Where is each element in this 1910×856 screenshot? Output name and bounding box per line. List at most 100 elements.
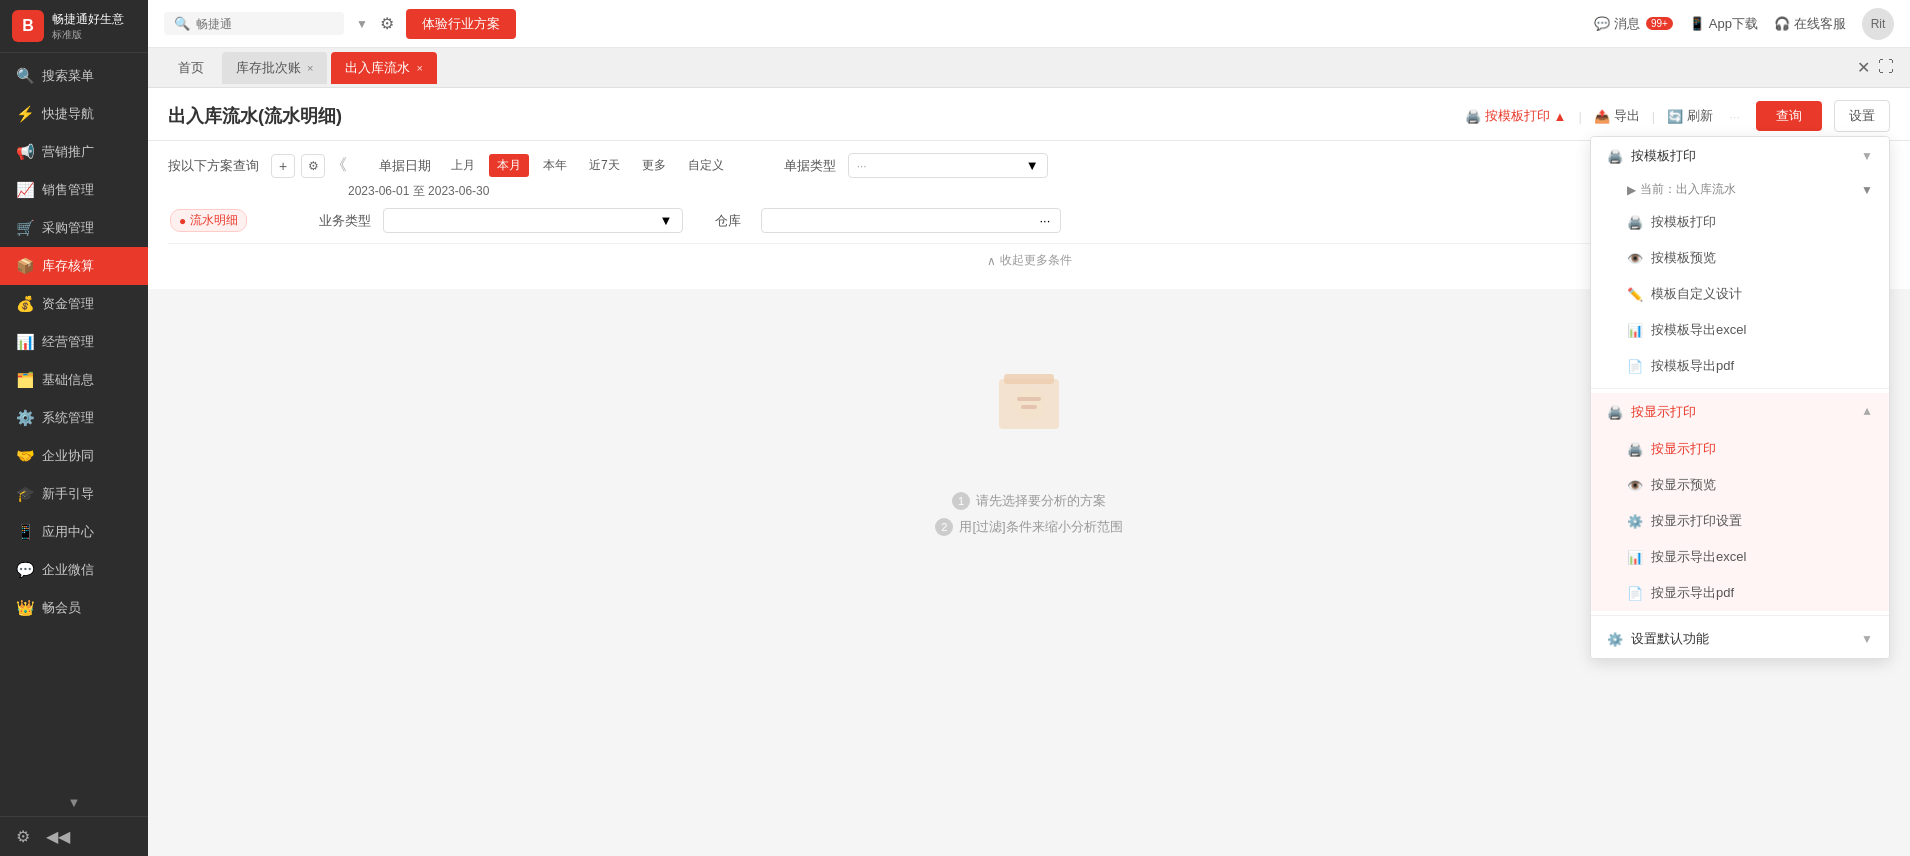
default-func-icon: ⚙️ [1607,632,1623,647]
voucher-type-select[interactable]: ··· ▼ [848,153,1048,178]
printer-display-item-icon: 🖨️ [1627,442,1643,457]
display-print-settings-item[interactable]: ⚙️ 按显示打印设置 [1591,503,1889,539]
display-print-header[interactable]: 🖨️ 按显示打印 ▼ [1591,393,1889,431]
template-print-section: 🖨️ 按模板打印 ▼ ▶ 当前：出入库流水 ▼ 🖨️ 按模板打印 👁️ 按模板预 [1591,137,1889,384]
tab-batch-ledger[interactable]: 库存批次账 × [222,52,327,84]
sidebar-item-search[interactable]: 🔍 搜索菜单 [0,57,148,95]
topbar-settings-icon[interactable]: ⚙ [380,14,394,33]
default-func-chevron: ▼ [1861,632,1873,646]
svg-rect-1 [1004,374,1054,384]
filter-collapse-btn[interactable]: 《 [331,155,347,176]
sidebar-bottom: ⚙ ◀◀ [0,816,148,856]
excel-display-icon: 📊 [1627,550,1643,565]
default-function-section[interactable]: ⚙️ 设置默认功能 ▼ [1591,620,1889,658]
cog-icon: ⚙️ [16,409,34,427]
search-input[interactable] [196,17,316,31]
export-btn[interactable]: 📤 导出 [1594,107,1640,125]
pdf-display-icon: 📄 [1627,586,1643,601]
chevron-up-icon-collapse: ∧ [987,254,996,268]
warehouse-select[interactable]: ··· [761,208,1061,233]
print-dropdown-panel: 🖨️ 按模板打印 ▼ ▶ 当前：出入库流水 ▼ 🖨️ 按模板打印 👁️ 按模板预 [1590,136,1890,659]
tab-expand-icon[interactable]: ⛶ [1878,58,1894,77]
refresh-btn[interactable]: 🔄 刷新 [1667,107,1713,125]
display-section-chevron: ▼ [1861,405,1873,419]
printer-item-icon: 🖨️ [1627,215,1643,230]
topbar-search-box[interactable]: 🔍 [164,12,344,35]
query-btn[interactable]: 查询 [1756,101,1822,131]
svg-point-2 [1014,389,1044,419]
sidebar-item-app-center[interactable]: 📱 应用中心 [0,513,148,551]
template-print-header[interactable]: 🖨️ 按模板打印 ▼ [1591,137,1889,175]
display-print-item[interactable]: 🖨️ 按显示打印 [1591,431,1889,467]
app-download-btn[interactable]: 📱 App下载 [1689,15,1758,33]
settings-icon[interactable]: ⚙ [16,827,30,846]
display-preview-item[interactable]: 👁️ 按显示预览 [1591,467,1889,503]
filter-quick-actions: + ⚙ 《 [271,154,347,178]
date-btn-this-month[interactable]: 本月 [489,154,529,177]
dropdown-current-label: ▶ 当前：出入库流水 ▼ [1591,175,1889,204]
money-icon: 💰 [16,295,34,313]
user-avatar[interactable]: Rit [1862,8,1894,40]
sidebar-item-sales[interactable]: 📈 销售管理 [0,171,148,209]
page-title: 出入库流水(流水明细) [168,104,342,128]
sidebar-item-wechat[interactable]: 💬 企业微信 [0,551,148,589]
print-template-btn[interactable]: 🖨️ 按模板打印 ▲ [1465,107,1567,125]
display-export-excel-item[interactable]: 📊 按显示导出excel [1591,539,1889,575]
tab-close-flow[interactable]: × [416,62,422,74]
dropdown-divider-2 [1591,615,1889,616]
sidebar-scroll-down[interactable]: ▼ [0,789,148,816]
page-header-actions: 🖨️ 按模板打印 ▲ | 📤 导出 | 🔄 刷新 ··· 查询 设置 [1465,100,1891,132]
page-header: 出入库流水(流水明细) 🖨️ 按模板打印 ▲ | 📤 导出 | 🔄 刷新 ··· [148,88,1910,141]
tip-num-2: 2 [935,518,953,536]
sidebar-navigation: 🔍 搜索菜单 ⚡ 快捷导航 📢 营销推广 📈 销售管理 🛒 采购管理 📦 库存核… [0,53,148,789]
settings-print-icon: ⚙️ [1627,514,1643,529]
online-service-btn[interactable]: 🎧 在线客服 [1774,15,1846,33]
date-btn-custom[interactable]: 自定义 [680,154,732,177]
sidebar-item-inventory[interactable]: 📦 库存核算 [0,247,148,285]
filter-cog-btn[interactable]: ⚙ [301,154,325,178]
collapse-icon[interactable]: ◀◀ [46,827,70,846]
sidebar-item-system[interactable]: ⚙️ 系统管理 [0,399,148,437]
page-content: 出入库流水(流水明细) 🖨️ 按模板打印 ▲ | 📤 导出 | 🔄 刷新 ··· [148,88,1910,856]
trial-btn[interactable]: 体验行业方案 [406,9,516,39]
chevron-down-icon-business: ▼ [659,213,672,228]
date-range-display: 2023-06-01 至 2023-06-30 [348,183,489,200]
setting-btn[interactable]: 设置 [1834,100,1890,132]
preview-display-icon: 👁️ [1627,478,1643,493]
sidebar-item-basic[interactable]: 🗂️ 基础信息 [0,361,148,399]
tab-close-batch-ledger[interactable]: × [307,62,313,74]
sidebar-item-member[interactable]: 👑 畅会员 [0,589,148,627]
default-function-left: ⚙️ 设置默认功能 [1607,630,1709,648]
tab-home[interactable]: 首页 [164,52,218,84]
date-btn-last-month[interactable]: 上月 [443,154,483,177]
business-type-select[interactable]: ▼ [383,208,683,233]
tab-flow[interactable]: 出入库流水 × [331,52,436,84]
svg-rect-3 [1017,397,1041,401]
sidebar-item-coop[interactable]: 🤝 企业协同 [0,437,148,475]
messages-btn[interactable]: 💬 消息 99+ [1594,15,1673,33]
sidebar-item-finance[interactable]: 💰 资金管理 [0,285,148,323]
template-export-pdf-item[interactable]: 📄 按模板导出pdf [1591,348,1889,384]
excel-icon: 📊 [1627,323,1643,338]
sidebar-item-marketing[interactable]: 📢 营销推广 [0,133,148,171]
display-export-pdf-item[interactable]: 📄 按显示导出pdf [1591,575,1889,611]
current-arrow-icon: ▶ [1627,183,1636,197]
tab-close-all-icon[interactable]: ✕ [1857,58,1870,77]
mobile-icon: 📱 [16,523,34,541]
search-chevron-icon[interactable]: ▼ [356,17,368,31]
date-btn-7days[interactable]: 近7天 [581,154,628,177]
template-print-item[interactable]: 🖨️ 按模板打印 [1591,204,1889,240]
template-preview-item[interactable]: 👁️ 按模板预览 [1591,240,1889,276]
template-custom-item[interactable]: ✏️ 模板自定义设计 [1591,276,1889,312]
filter-add-btn[interactable]: + [271,154,295,178]
sidebar-item-operation[interactable]: 📊 经营管理 [0,323,148,361]
filter-tag-flow[interactable]: ● 流水明细 [170,209,247,232]
megaphone-icon: 📢 [16,143,34,161]
export-icon: 📤 [1594,109,1610,124]
template-export-excel-item[interactable]: 📊 按模板导出excel [1591,312,1889,348]
sidebar-item-guide[interactable]: 🎓 新手引导 [0,475,148,513]
date-btn-this-year[interactable]: 本年 [535,154,575,177]
date-btn-more[interactable]: 更多 [634,154,674,177]
sidebar-item-quick-nav[interactable]: ⚡ 快捷导航 [0,95,148,133]
sidebar-item-purchase[interactable]: 🛒 采购管理 [0,209,148,247]
